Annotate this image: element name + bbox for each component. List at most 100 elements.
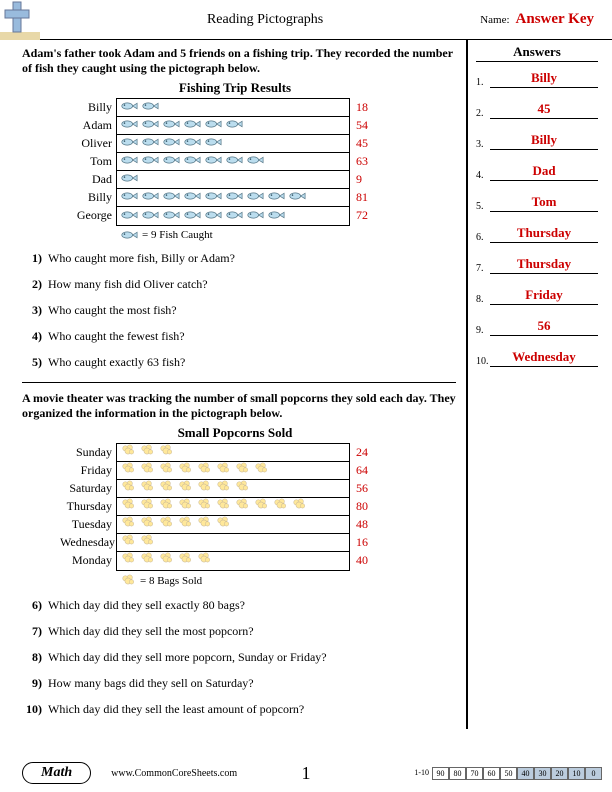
answer-value: Wednesday <box>490 349 598 367</box>
pictograph-2-title: Small Popcorns Sold <box>110 425 360 441</box>
answer-value: 56 <box>490 318 598 336</box>
pictograph-1-key: = 9 Fish Caught <box>120 229 456 241</box>
answer-number: 3. <box>476 139 490 150</box>
popcorn-icon <box>120 444 136 462</box>
fish-icon <box>141 154 159 169</box>
page-number: 1 <box>302 763 311 784</box>
answer-value: Thursday <box>490 256 598 274</box>
popcorn-icon <box>158 498 174 516</box>
question-row: 4)Who caught the fewest fish? <box>22 329 456 344</box>
question-number: 9) <box>22 676 48 691</box>
question-number: 7) <box>22 624 48 639</box>
worksheet-page: Reading Pictographs Name: Answer Key Ada… <box>0 0 612 792</box>
pict-row-label: Tom <box>60 152 116 170</box>
pict-row <box>117 444 349 462</box>
question-text: Which day did they sell exactly 80 bags? <box>48 598 245 613</box>
answer-number: 10. <box>476 356 490 367</box>
worksheet-title: Reading Pictographs <box>50 12 480 28</box>
footer: Math www.CommonCoreSheets.com 1 1-10 908… <box>0 762 612 784</box>
pict-row <box>117 207 349 225</box>
pict-row <box>117 153 349 171</box>
pict-row-label: Wednesday <box>60 533 116 551</box>
answer-value: Billy <box>490 132 598 150</box>
answer-key-label: Answer Key <box>516 11 594 28</box>
section-divider <box>22 382 456 383</box>
score-cell: 0 <box>585 767 602 780</box>
popcorn-icon <box>177 462 193 480</box>
question-number: 8) <box>22 650 48 665</box>
popcorn-icon <box>234 480 250 498</box>
fish-icon <box>267 209 285 224</box>
fish-icon <box>120 100 138 115</box>
site-url: www.CommonCoreSheets.com <box>111 768 411 779</box>
popcorn-icon <box>120 574 136 588</box>
pict-row <box>117 189 349 207</box>
pict-row-value: 16 <box>356 533 368 551</box>
pict-row-value: 63 <box>356 152 368 170</box>
pict-row-label: Friday <box>60 461 116 479</box>
pict-row-value: 64 <box>356 461 368 479</box>
pictograph-2-key: = 8 Bags Sold <box>120 574 456 588</box>
question-row: 8)Which day did they sell more popcorn, … <box>22 650 456 665</box>
question-text: Which day did they sell the least amount… <box>48 702 304 717</box>
block2-intro: A movie theater was tracking the number … <box>22 391 456 421</box>
popcorn-icon <box>234 498 250 516</box>
fish-icon <box>141 100 159 115</box>
question-row: 6)Which day did they sell exactly 80 bag… <box>22 598 456 613</box>
question-number: 6) <box>22 598 48 613</box>
popcorn-icon <box>120 552 136 570</box>
popcorn-icon <box>196 498 212 516</box>
question-row: 5)Who caught exactly 63 fish? <box>22 355 456 370</box>
fish-icon <box>183 190 201 205</box>
fish-icon <box>183 118 201 133</box>
popcorn-icon <box>158 444 174 462</box>
fish-icon <box>141 136 159 151</box>
pict-row-label: Sunday <box>60 443 116 461</box>
answer-number: 6. <box>476 232 490 243</box>
pict-row <box>117 135 349 153</box>
popcorn-icon <box>215 462 231 480</box>
pict-row-value: 81 <box>356 188 368 206</box>
fish-icon <box>141 190 159 205</box>
pictograph-2: Small Popcorns Sold SundayFridaySaturday… <box>60 425 456 588</box>
fish-icon <box>183 154 201 169</box>
popcorn-icon <box>158 462 174 480</box>
score-cell: 50 <box>500 767 517 780</box>
score-cell: 10 <box>568 767 585 780</box>
popcorn-icon <box>215 516 231 534</box>
score-cell: 60 <box>483 767 500 780</box>
pict-row-value: 24 <box>356 443 368 461</box>
popcorn-icon <box>234 462 250 480</box>
pict-row <box>117 480 349 498</box>
answer-row: 2.45 <box>476 101 598 119</box>
popcorn-icon <box>139 516 155 534</box>
pict-row-value: 18 <box>356 98 368 116</box>
question-number: 1) <box>22 251 48 266</box>
fish-icon <box>120 172 138 187</box>
answer-value: Dad <box>490 163 598 181</box>
fish-icon <box>246 209 264 224</box>
fish-icon <box>162 118 180 133</box>
answer-number: 4. <box>476 170 490 181</box>
popcorn-icon <box>120 480 136 498</box>
question-text: Who caught more fish, Billy or Adam? <box>48 251 235 266</box>
score-cell: 20 <box>551 767 568 780</box>
fish-icon <box>225 209 243 224</box>
question-number: 3) <box>22 303 48 318</box>
fish-icon <box>120 209 138 224</box>
pict-row-label: Adam <box>60 116 116 134</box>
answer-row: 6.Thursday <box>476 225 598 243</box>
popcorn-icon <box>139 462 155 480</box>
popcorn-icon <box>177 516 193 534</box>
popcorn-icon <box>139 552 155 570</box>
answer-value: 45 <box>490 101 598 119</box>
popcorn-icon <box>196 462 212 480</box>
popcorn-icon <box>253 462 269 480</box>
pictograph-1-table: BillyAdamOliverTomDadBillyGeorge 1854456… <box>60 98 456 226</box>
pict-row-value: 80 <box>356 497 368 515</box>
fish-icon <box>225 118 243 133</box>
answer-number: 1. <box>476 77 490 88</box>
pict-row-label: Monday <box>60 551 116 569</box>
popcorn-icon <box>272 498 288 516</box>
popcorn-icon <box>139 444 155 462</box>
